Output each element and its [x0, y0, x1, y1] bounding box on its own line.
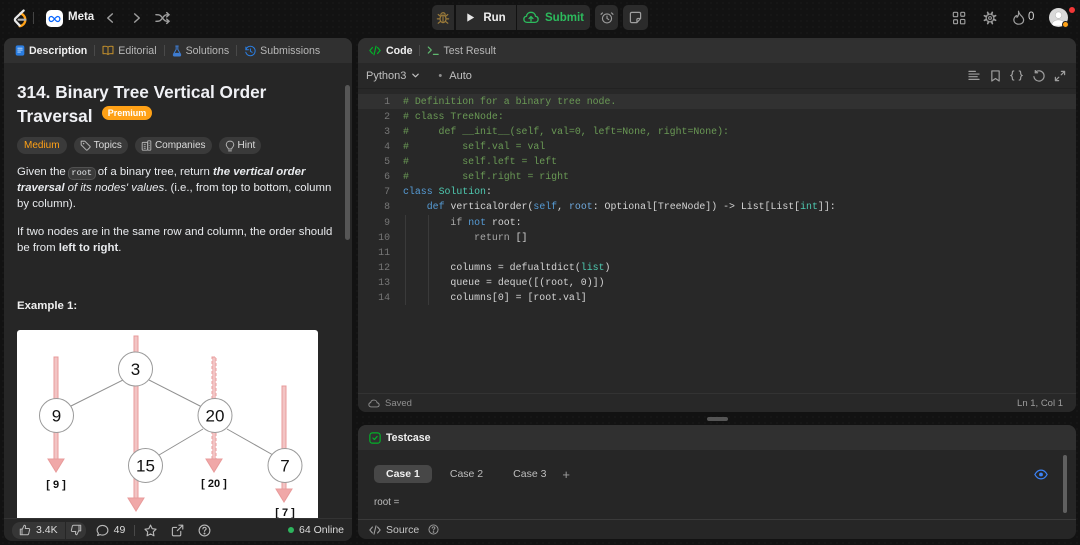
svg-text:[ 7 ]: [ 7 ] — [275, 507, 295, 518]
svg-text:7: 7 — [280, 457, 289, 476]
svg-text:3: 3 — [131, 360, 140, 379]
svg-text:[ 9 ]: [ 9 ] — [46, 479, 66, 491]
svg-text:20: 20 — [206, 407, 225, 426]
svg-text:15: 15 — [136, 457, 155, 476]
svg-text:[ 20 ]: [ 20 ] — [201, 478, 227, 490]
svg-text:9: 9 — [52, 407, 61, 426]
